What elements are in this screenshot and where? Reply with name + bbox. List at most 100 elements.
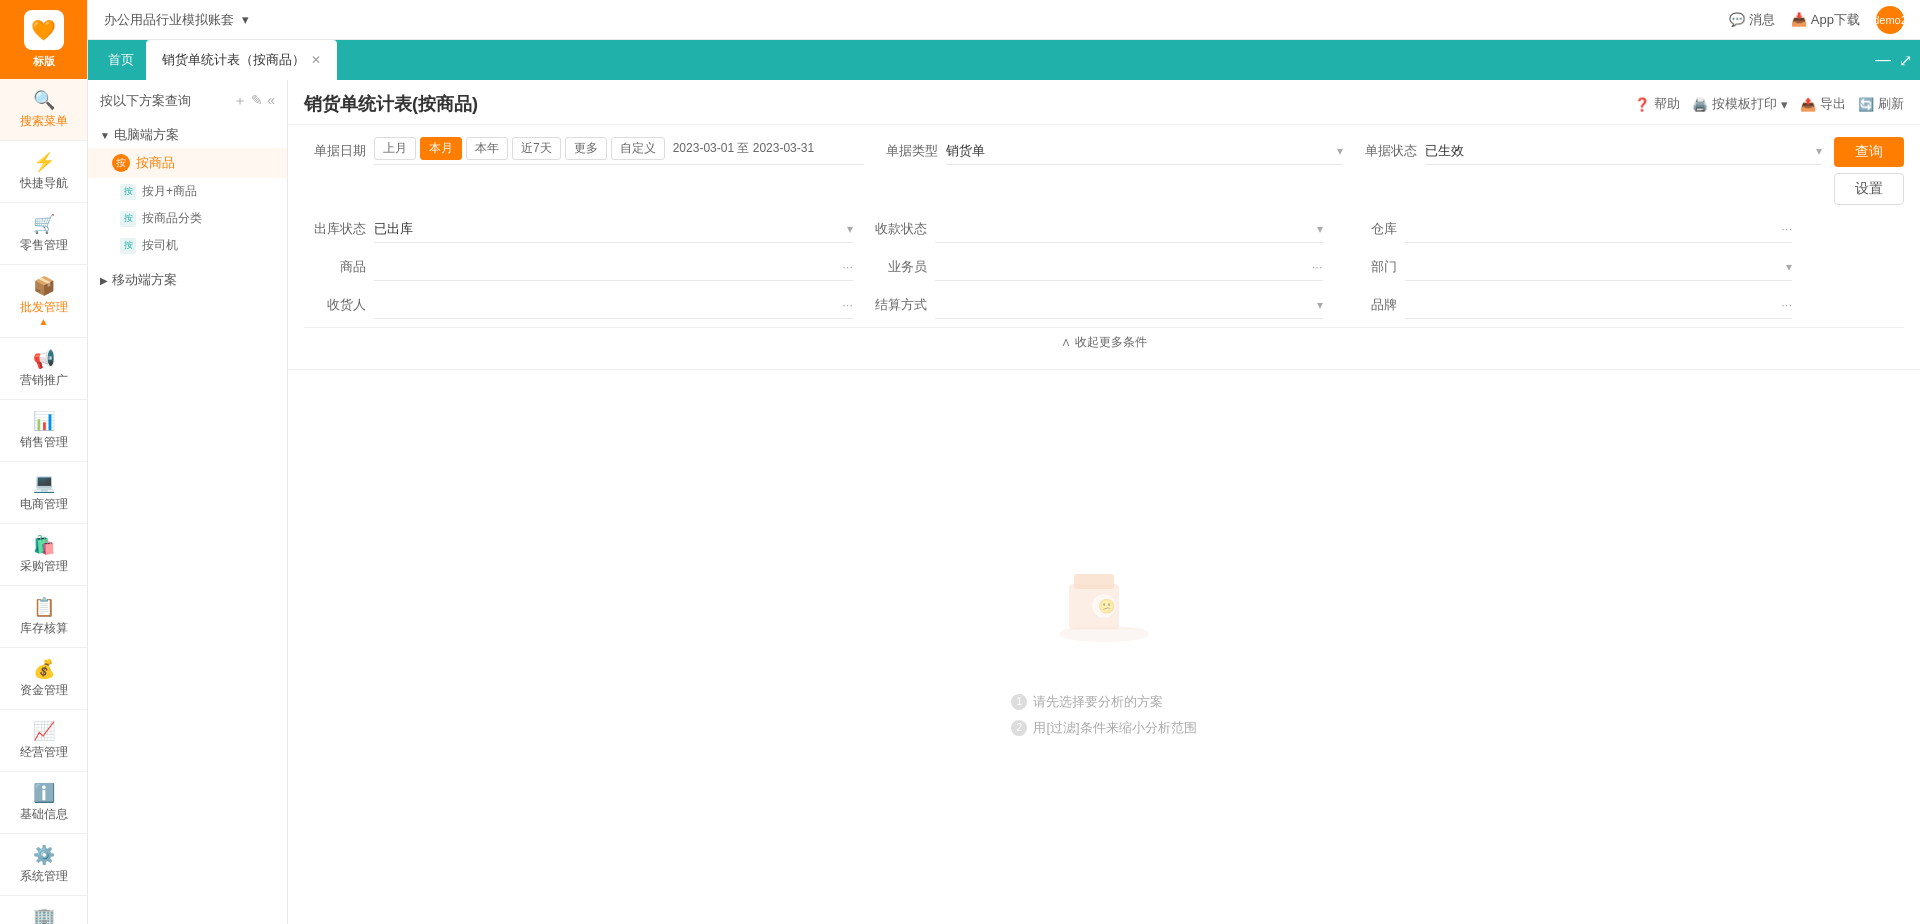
recipient-dots[interactable]: ··· — [842, 297, 853, 312]
by-cashier-icon: 按 — [120, 238, 136, 254]
logo-icon: 🧡 — [24, 10, 64, 50]
sidebar-item-inventory[interactable]: 📋 库存核算 — [0, 586, 88, 648]
page-header: 销货单统计表(按商品) ❓ 帮助 🖨️ 按模板打印 ▾ 📤 导出 — [288, 80, 1920, 125]
tree-section-desktop: ▼ 电脑端方案 按 按商品 按 按月+商品 按 按商品分类 按 按司机 — [88, 118, 287, 263]
tree-section-desktop-header[interactable]: ▼ 电脑端方案 — [88, 122, 287, 148]
sidebar-item-enterprise[interactable]: 🏢 企业协同 — [0, 896, 88, 924]
collapse-panel-btn[interactable]: « — [267, 92, 275, 110]
tabbar-actions: — ⤢ — [1875, 51, 1912, 70]
date-btn-custom[interactable]: 自定义 — [611, 137, 665, 160]
topbar: 办公用品行业模拟账套 ▾ 💬 消息 📥 App下载 demo2 — [88, 0, 1920, 40]
messages-btn[interactable]: 💬 消息 — [1729, 11, 1775, 29]
panel-actions: ＋ ✎ « — [233, 92, 275, 110]
svg-text:😕: 😕 — [1098, 598, 1116, 615]
step2-number: 2 — [1011, 720, 1027, 736]
product-label: 商品 — [304, 258, 374, 276]
tabbar: 首页 销货单统计表（按商品） ✕ — ⤢ — [88, 40, 1920, 80]
tab-sales-stat[interactable]: 销货单统计表（按商品） ✕ — [146, 40, 337, 80]
operations-icon: 📈 — [5, 720, 83, 742]
left-panel: 按以下方案查询 ＋ ✎ « ▼ 电脑端方案 按 按商品 按 — [88, 80, 288, 924]
help-btn[interactable]: ❓ 帮助 — [1634, 95, 1680, 113]
add-scheme-btn[interactable]: ＋ — [233, 92, 247, 110]
sidebar-label-retail: 零售管理 — [5, 237, 83, 254]
right-panel: 销货单统计表(按商品) ❓ 帮助 🖨️ 按模板打印 ▾ 📤 导出 — [288, 80, 1920, 924]
print-icon: 🖨️ — [1692, 97, 1708, 112]
finance-icon: 💰 — [5, 658, 83, 680]
sidebar-label-purchase: 采购管理 — [5, 558, 83, 575]
sidebar-item-purchase[interactable]: 🛍️ 采购管理 — [0, 524, 88, 586]
date-btn-last-month[interactable]: 上月 — [374, 137, 416, 160]
payment-dropdown[interactable]: ▾ — [1317, 298, 1323, 312]
empty-step1: 1 请先选择要分析的方案 — [1011, 689, 1196, 715]
brand-dots[interactable]: ··· — [1781, 297, 1792, 312]
sidebar-label-operations: 经营管理 — [5, 744, 83, 761]
query-btn[interactable]: 查询 — [1834, 137, 1904, 167]
tab-home[interactable]: 首页 — [96, 40, 146, 80]
sidebar-item-retail[interactable]: 🛒 零售管理 — [0, 203, 88, 265]
tree-item-by-month-product[interactable]: 按 按月+商品 — [88, 178, 287, 205]
header-actions: ❓ 帮助 🖨️ 按模板打印 ▾ 📤 导出 🔄 刷新 — [1634, 95, 1904, 113]
page-title: 销货单统计表(按商品) — [304, 92, 478, 116]
payment-label: 结算方式 — [865, 296, 935, 314]
industry-dropdown-icon[interactable]: ▾ — [242, 12, 249, 27]
date-btn-7days[interactable]: 近7天 — [512, 137, 561, 160]
doc-type-dropdown[interactable]: ▾ — [1337, 144, 1343, 158]
receipt-status-dropdown[interactable]: ▾ — [1317, 222, 1323, 236]
filter-area: 单据日期 上月 本月 本年 近7天 更多 自定义 2023-03-01 至 20… — [288, 125, 1920, 370]
warehouse-dots[interactable]: ··· — [1781, 221, 1792, 236]
step1-number: 1 — [1011, 694, 1027, 710]
sidebar-item-basic[interactable]: ℹ️ 基础信息 — [0, 772, 88, 834]
sidebar-label-ecommerce: 电商管理 — [5, 496, 83, 513]
salesperson-dots[interactable]: ··· — [1312, 259, 1323, 274]
export-btn[interactable]: 📤 导出 — [1800, 95, 1846, 113]
tree-section-mobile: ▶ 移动端方案 — [88, 263, 287, 297]
topbar-right: 💬 消息 📥 App下载 demo2 — [1729, 6, 1904, 34]
panel-title: 按以下方案查询 — [100, 92, 191, 110]
salesperson-label: 业务员 — [865, 258, 935, 276]
tab-minimize-btn[interactable]: — — [1875, 51, 1891, 70]
desktop-arrow-icon: ▼ — [100, 130, 110, 141]
enterprise-icon: 🏢 — [5, 906, 83, 924]
date-btn-this-month[interactable]: 本月 — [420, 137, 462, 160]
sidebar-label-finance: 资金管理 — [5, 682, 83, 699]
doc-status-label: 单据状态 — [1355, 142, 1425, 160]
print-btn[interactable]: 🖨️ 按模板打印 ▾ — [1692, 95, 1788, 113]
sidebar-item-finance[interactable]: 💰 资金管理 — [0, 648, 88, 710]
tab-maximize-btn[interactable]: ⤢ — [1899, 51, 1912, 70]
tree-item-by-category[interactable]: 按 按商品分类 — [88, 205, 287, 232]
dept-dropdown[interactable]: ▾ — [1786, 260, 1792, 274]
message-icon: 💬 — [1729, 12, 1745, 27]
sidebar-item-sales[interactable]: 📊 销售管理 — [0, 400, 88, 462]
out-status-dropdown[interactable]: ▾ — [847, 222, 853, 236]
by-category-icon: 按 — [120, 211, 136, 227]
product-dots[interactable]: ··· — [842, 259, 853, 274]
sidebar-item-system[interactable]: ⚙️ 系统管理 — [0, 834, 88, 896]
avatar[interactable]: demo2 — [1876, 6, 1904, 34]
tree-item-by-product[interactable]: 按 按商品 — [88, 148, 287, 178]
tree-section-mobile-header[interactable]: ▶ 移动端方案 — [88, 267, 287, 293]
sidebar-item-search[interactable]: 🔍 搜索菜单 — [0, 79, 88, 141]
sidebar-item-marketing[interactable]: 📢 营销推广 — [0, 338, 88, 400]
by-month-icon: 按 — [120, 184, 136, 200]
sidebar-item-ecommerce[interactable]: 💻 电商管理 — [0, 462, 88, 524]
tab-close-btn[interactable]: ✕ — [311, 53, 321, 67]
settings-btn[interactable]: 设置 — [1834, 173, 1904, 205]
doc-status-dropdown[interactable]: ▾ — [1816, 144, 1822, 158]
sidebar-item-operations[interactable]: 📈 经营管理 — [0, 710, 88, 772]
print-dropdown-icon: ▾ — [1781, 97, 1788, 112]
empty-step2: 2 用[过滤]条件来缩小分析范围 — [1011, 715, 1196, 741]
edit-scheme-btn[interactable]: ✎ — [251, 92, 263, 110]
system-icon: ⚙️ — [5, 844, 83, 866]
doc-type-value: 销货单 — [946, 142, 985, 160]
app-name: 标版 — [33, 54, 55, 69]
export-icon: 📤 — [1800, 97, 1816, 112]
collapse-bar[interactable]: ∧ 收起更多条件 — [304, 327, 1904, 357]
date-btn-this-year[interactable]: 本年 — [466, 137, 508, 160]
tree-item-by-cashier[interactable]: 按 按司机 — [88, 232, 287, 259]
date-btn-more[interactable]: 更多 — [565, 137, 607, 160]
refresh-btn[interactable]: 🔄 刷新 — [1858, 95, 1904, 113]
sidebar-item-wholesale[interactable]: 📦 批发管理 ▲ — [0, 265, 88, 338]
sidebar-item-quick-nav[interactable]: ⚡ 快捷导航 — [0, 141, 88, 203]
sidebar-label-sales: 销售管理 — [5, 434, 83, 451]
download-btn[interactable]: 📥 App下载 — [1791, 11, 1860, 29]
